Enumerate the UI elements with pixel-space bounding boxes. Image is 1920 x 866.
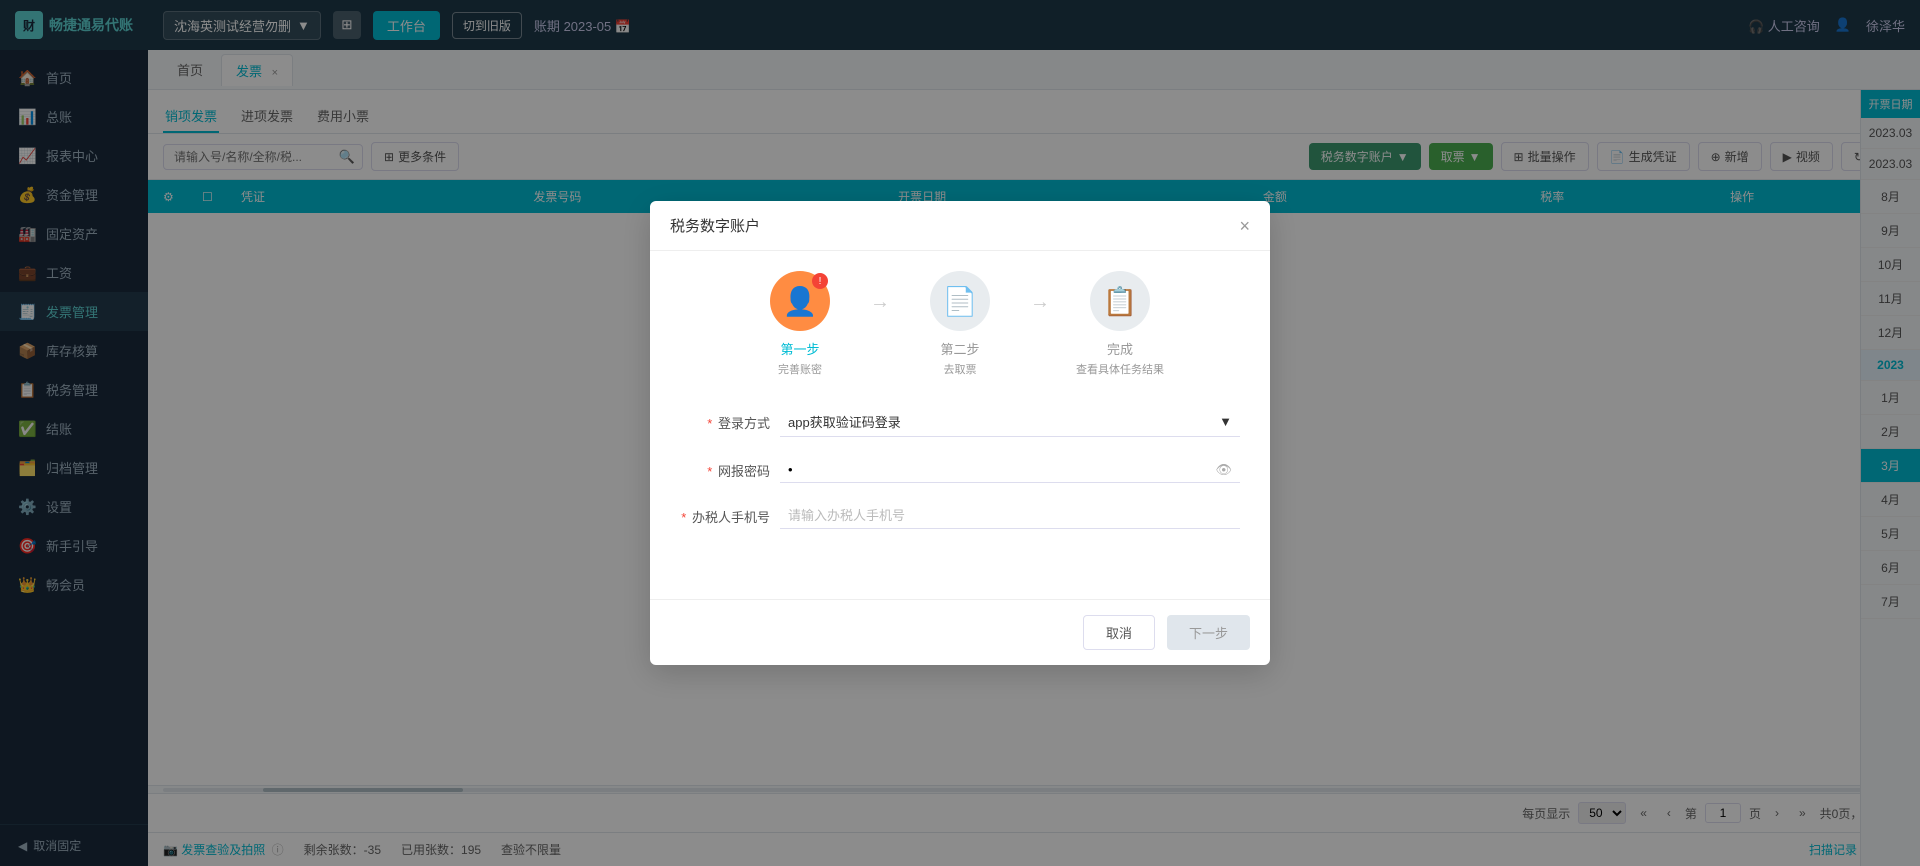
- eye-toggle-icon[interactable]: 👁: [1215, 462, 1240, 478]
- password-row: * 网报密码 👁: [680, 457, 1240, 483]
- step-2-desc: 去取票: [944, 361, 977, 377]
- dialog-close-button[interactable]: ×: [1239, 217, 1250, 235]
- step-2-icon: 📄: [930, 271, 990, 331]
- login-method-select[interactable]: app获取验证码登录 ▼: [780, 407, 1240, 437]
- steps: 👤 ! 第一步 完善账密 → 📄 第二步 去取票 →: [680, 271, 1240, 377]
- password-field-wrap: 👁: [780, 457, 1240, 483]
- form-spacer: [680, 549, 1240, 589]
- login-method-row: * 登录方式 app获取验证码登录 ▼: [680, 407, 1240, 437]
- cancel-button[interactable]: 取消: [1083, 615, 1155, 650]
- tax-digital-dialog: 税务数字账户 × 👤 ! 第一步 完善账密 →: [650, 201, 1270, 665]
- dialog-footer: 取消 下一步: [650, 599, 1270, 665]
- step-1-desc: 完善账密: [778, 361, 822, 377]
- phone-input[interactable]: [780, 503, 1240, 529]
- dialog-overlay: 税务数字账户 × 👤 ! 第一步 完善账密 →: [0, 0, 1920, 866]
- step-2-doc-icon: 📄: [943, 285, 978, 318]
- step-1-title: 第一步: [780, 339, 819, 358]
- required-mark-2: *: [707, 464, 712, 479]
- step-arrow-2: →: [1020, 271, 1060, 314]
- step-3-desc: 查看具体任务结果: [1076, 361, 1164, 377]
- dialog-body: 👤 ! 第一步 完善账密 → 📄 第二步 去取票 →: [650, 251, 1270, 599]
- step-3-title: 完成: [1107, 339, 1133, 358]
- password-input[interactable]: [780, 457, 1215, 482]
- password-label: * 网报密码: [680, 461, 770, 480]
- required-mark: *: [707, 416, 712, 431]
- select-chevron-icon: ▼: [1219, 414, 1232, 429]
- required-mark-3: *: [681, 510, 686, 525]
- login-method-label: * 登录方式: [680, 413, 770, 432]
- step-1-icon: 👤 !: [770, 271, 830, 331]
- dialog-title: 税务数字账户: [670, 215, 760, 236]
- step-1-avatar-icon: 👤: [783, 285, 818, 318]
- step-1: 👤 ! 第一步 完善账密: [740, 271, 860, 377]
- step-3-icon: 📋: [1090, 271, 1150, 331]
- phone-label: * 办税人手机号: [680, 507, 770, 526]
- step-1-badge: !: [812, 273, 828, 289]
- step-3: 📋 完成 查看具体任务结果: [1060, 271, 1180, 377]
- step-2: 📄 第二步 去取票: [900, 271, 1020, 377]
- step-2-title: 第二步: [940, 339, 979, 358]
- step-3-clipboard-icon: 📋: [1103, 285, 1138, 318]
- step-arrow-1: →: [860, 271, 900, 314]
- phone-row: * 办税人手机号: [680, 503, 1240, 529]
- dialog-header: 税务数字账户 ×: [650, 201, 1270, 251]
- next-button[interactable]: 下一步: [1167, 615, 1250, 650]
